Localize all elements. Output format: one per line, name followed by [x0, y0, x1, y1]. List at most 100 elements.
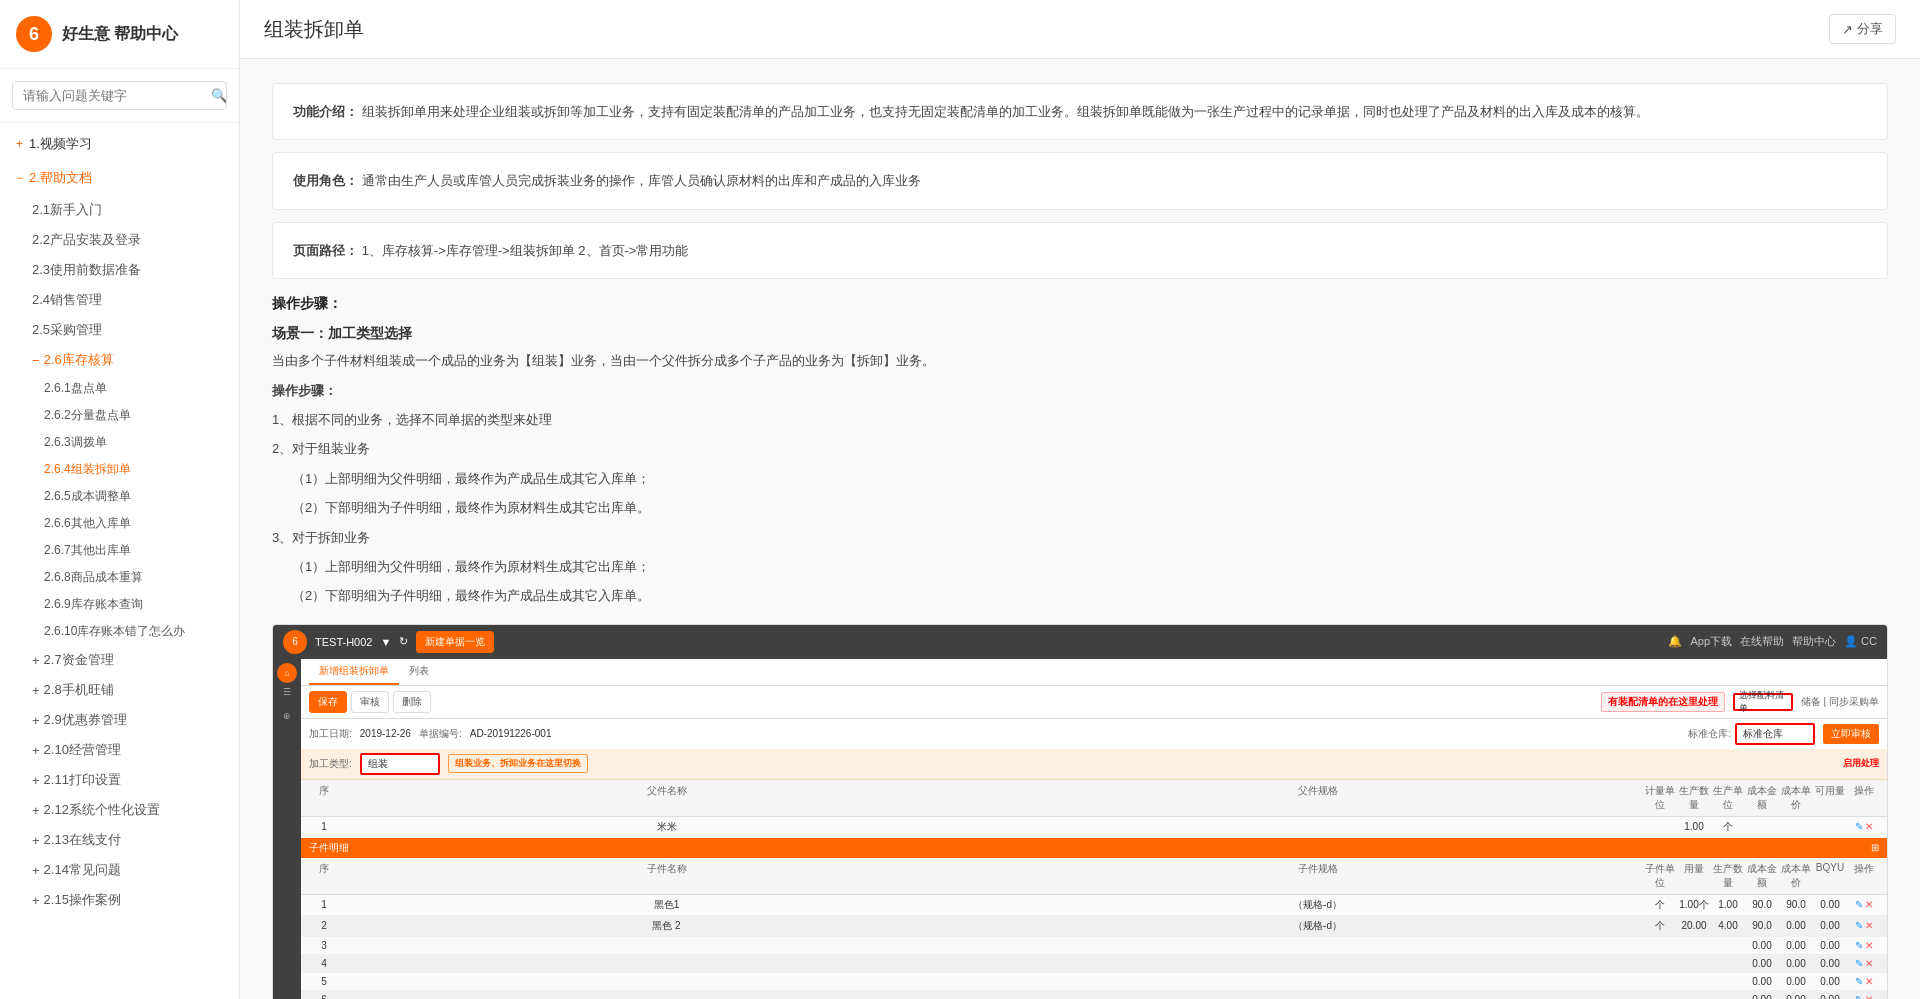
mock-home-icon: ⌂	[277, 663, 297, 683]
mock-tabs: 新增组装拆卸单 列表	[301, 659, 1887, 686]
step3-2: （2）下部明细为子件明细，最终作为产成品生成其它入库单。	[272, 584, 1888, 607]
mock-del-l3[interactable]: ✕	[1865, 940, 1873, 951]
mock-lth-unit: 子件单位	[1645, 862, 1675, 890]
mock-edit-l3[interactable]: ✎	[1855, 940, 1863, 951]
mock-del-l1[interactable]: ✕	[1865, 899, 1873, 910]
sidebar-item-2-3[interactable]: 2.3使用前数据准备	[0, 255, 239, 285]
sidebar-item-2-6-3[interactable]: 2.6.3调拨单	[0, 429, 239, 456]
share-button[interactable]: ↗ 分享	[1829, 14, 1896, 44]
mock-type-input[interactable]: 组装	[360, 753, 440, 775]
mock-edit-l4[interactable]: ✎	[1855, 958, 1863, 969]
sidebar-item-2-8[interactable]: + 2.8手机旺铺	[0, 675, 239, 705]
sidebar-item-video[interactable]: + 1.视频学习	[0, 127, 239, 161]
search-input[interactable]	[13, 82, 201, 109]
sidebar-item-2-11[interactable]: + 2.11打印设置	[0, 765, 239, 795]
sidebar-item-2-7[interactable]: + 2.7资金管理	[0, 645, 239, 675]
mock-th-pname: 父件名称	[343, 784, 990, 812]
mock-confirm-btn[interactable]: 立即审核	[1823, 724, 1879, 744]
mock-lower-row-2: 2 黑色 2 （规格-d） 个 20.00 4.00 90.0 0.00 0.0…	[301, 916, 1887, 937]
plus-icon-2-8: +	[32, 683, 40, 698]
sidebar-item-2-6-5[interactable]: 2.6.5成本调整单	[0, 483, 239, 510]
mock-lower-row-4: 4 0.00 0.00 0.00 ✎	[301, 955, 1887, 973]
sidebar-item-2-6-8[interactable]: 2.6.8商品成本重算	[0, 564, 239, 591]
mock-bell-icon: 🔔	[1668, 635, 1682, 648]
sidebar-item-2-6-9[interactable]: 2.6.9库存账本查询	[0, 591, 239, 618]
search-button[interactable]: 🔍	[201, 82, 227, 109]
role-block: 使用角色： 通常由生产人员或库管人员完成拆装业务的操作，库管人员确认原材料的出库…	[272, 152, 1888, 209]
mock-orange-bar: 子件明细 ⊞	[301, 838, 1887, 858]
mock-annotation-type: 组装业务、拆卸业务在这里切换	[448, 754, 588, 773]
mock-lth-costunit: 成本单价	[1781, 862, 1811, 890]
mock-tab-list[interactable]: 列表	[399, 659, 439, 685]
mock-td-qty-1: 1.00	[1679, 821, 1709, 832]
mock-edit-l2[interactable]: ✎	[1855, 920, 1863, 931]
mock-td-actions-1: ✎ ✕	[1849, 821, 1879, 832]
sidebar-item-2-10[interactable]: + 2.10经营管理	[0, 735, 239, 765]
sidebar-item-2-6[interactable]: − 2.6库存核算	[0, 345, 239, 375]
mock-th-seq: 序	[309, 784, 339, 812]
mock-new-doc-btn[interactable]: 新建单据一览	[416, 631, 494, 653]
sidebar-item-2-4[interactable]: 2.4销售管理	[0, 285, 239, 315]
mock-lower-row-5: 5 0.00 0.00 0.00 ✎	[301, 973, 1887, 991]
mock-del-l4[interactable]: ✕	[1865, 958, 1873, 969]
mock-th-cost: 成本金额	[1747, 784, 1777, 812]
mock-tab-new[interactable]: 新增组装拆卸单	[309, 659, 399, 685]
sidebar-item-docs[interactable]: − 2.帮助文档	[0, 161, 239, 195]
mock-action-btns: 储备 | 同步采购单	[1801, 695, 1879, 709]
sidebar-item-2-1[interactable]: 2.1新手入门	[0, 195, 239, 225]
sidebar-item-2-6-10[interactable]: 2.6.10库存账本错了怎么办	[0, 618, 239, 645]
plus-icon-2-15: +	[32, 893, 40, 908]
sidebar-item-2-6-7[interactable]: 2.6.7其他出库单	[0, 537, 239, 564]
logo-text: 好生意 帮助中心	[62, 24, 178, 45]
plus-icon-2-9: +	[32, 713, 40, 728]
sidebar-item-2-12[interactable]: + 2.12系统个性化设置	[0, 795, 239, 825]
mock-table-header-bottom: 序 子件名称 子件规格 子件单位 用量 生产数量 成本金额 成本单价 BQYU …	[301, 858, 1887, 895]
mock-delete-icon-1[interactable]: ✕	[1865, 821, 1873, 832]
mock-lth-seq: 序	[309, 862, 339, 890]
mock-th-punit: 生产单位	[1713, 784, 1743, 812]
sidebar-item-2-6-4[interactable]: 2.6.4组装拆卸单	[0, 456, 239, 483]
intro-label: 功能介绍：	[293, 104, 358, 119]
mock-wh-input[interactable]: 标准仓库	[1735, 723, 1815, 745]
sidebar-item-2-6-2[interactable]: 2.6.2分量盘点单	[0, 402, 239, 429]
mock-refresh-icon: ↻	[399, 635, 408, 648]
mock-del-l5[interactable]: ✕	[1865, 976, 1873, 987]
sidebar-item-2-13[interactable]: + 2.13在线支付	[0, 825, 239, 855]
sidebar-item-2-14[interactable]: + 2.14常见问题	[0, 855, 239, 885]
mock-annotation-enabled: 启用处理	[1843, 757, 1879, 770]
mock-bom-btn[interactable]: 选择配料清单	[1733, 693, 1793, 711]
sidebar-item-2-6-1[interactable]: 2.6.1盘点单	[0, 375, 239, 402]
mock-audit-btn[interactable]: 审核	[351, 691, 389, 713]
mock-lower-row-3: 3 0.00 0.00 0.00 ✎	[301, 937, 1887, 955]
mock-del-l2[interactable]: ✕	[1865, 920, 1873, 931]
search-icon: 🔍	[211, 88, 227, 103]
mock-toolbar: 保存 审核 删除 有装配清单的在这里处理 选择配料清单 储备 | 同步采购单	[301, 686, 1887, 719]
sidebar-item-2-6-6[interactable]: 2.6.6其他入库单	[0, 510, 239, 537]
mock-edit-l1[interactable]: ✎	[1855, 899, 1863, 910]
mock-form-row1: 加工日期: 2019-12-26 单据编号: AD-20191226-001 标…	[301, 719, 1887, 749]
mock-main: 新增组装拆卸单 列表 保存 审核 删除 有装配清单的在这里处理 选择配料清单 储…	[301, 659, 1887, 999]
mock-edit-l6[interactable]: ✎	[1855, 994, 1863, 999]
role-text: 通常由生产人员或库管人员完成拆装业务的操作，库管人员确认原材料的出库和产成品的入…	[362, 173, 921, 188]
mock-td-pname-1: 米米	[343, 820, 990, 834]
sidebar-item-2-15[interactable]: + 2.15操作案例	[0, 885, 239, 915]
sidebar-item-2-5[interactable]: 2.5采购管理	[0, 315, 239, 345]
mock-save-btn[interactable]: 保存	[309, 691, 347, 713]
step2-1: （1）上部明细为父件明细，最终作为产成品生成其它入库单；	[272, 467, 1888, 490]
path-label: 页面路径：	[293, 243, 358, 258]
header: 组装拆卸单 ↗ 分享	[240, 0, 1920, 59]
sidebar-item-2-2[interactable]: 2.2产品安装及登录	[0, 225, 239, 255]
mock-upper-table: 序 父件名称 父件规格 计量单位 生产数量 生产单位 成本金额 成本单价 可用量…	[301, 780, 1887, 838]
plus-icon-2-13: +	[32, 833, 40, 848]
mock-td-seq-1: 1	[309, 821, 339, 832]
mock-td-punit-1: 个	[1713, 820, 1743, 834]
mock-edit-l5[interactable]: ✎	[1855, 976, 1863, 987]
mock-logo: 6	[283, 630, 307, 654]
mock-edit-icon-1[interactable]: ✎	[1855, 821, 1863, 832]
steps-heading: 操作步骤：	[272, 295, 1888, 313]
intro-block: 功能介绍： 组装拆卸单用来处理企业组装或拆卸等加工业务，支持有固定装配清单的产品…	[272, 83, 1888, 140]
mock-del-l6[interactable]: ✕	[1865, 994, 1873, 999]
sidebar-item-2-9[interactable]: + 2.9优惠券管理	[0, 705, 239, 735]
role-label: 使用角色：	[293, 173, 358, 188]
mock-delete-btn[interactable]: 删除	[393, 691, 431, 713]
